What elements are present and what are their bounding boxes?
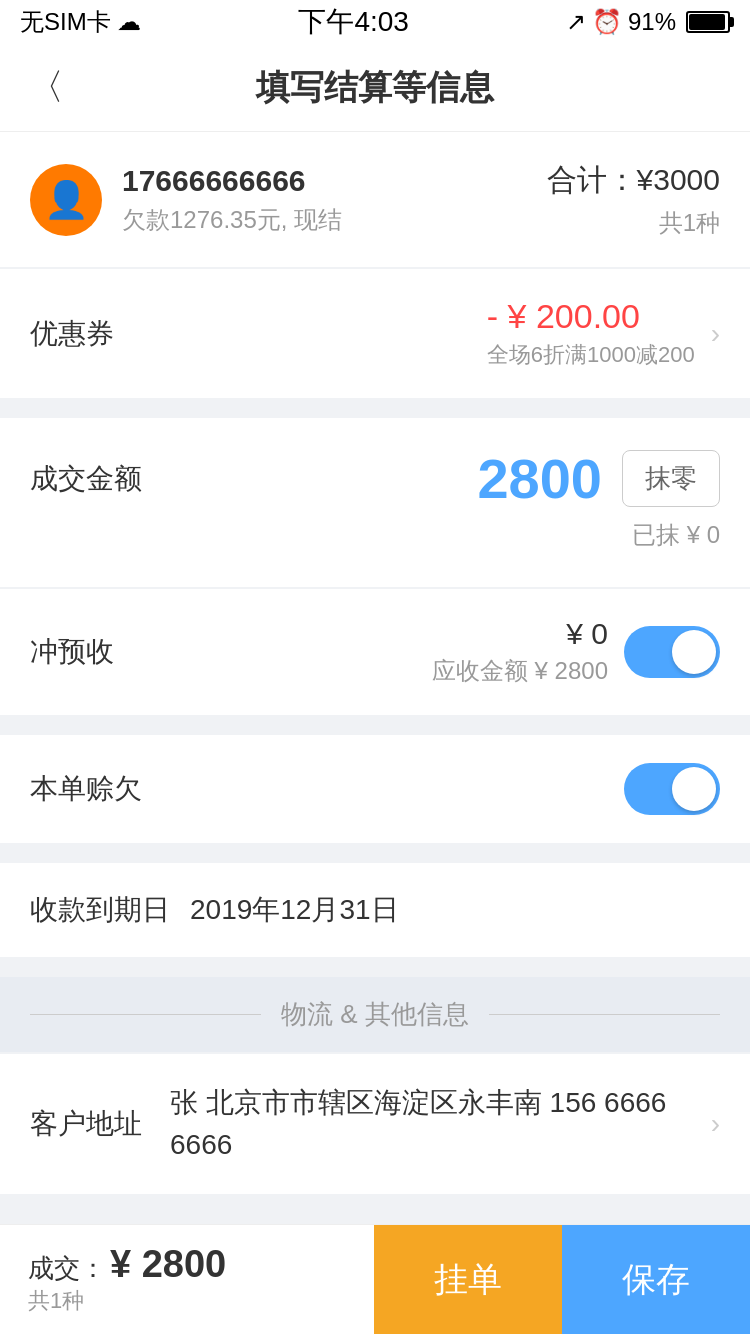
battery-icon xyxy=(686,11,730,33)
prepay-right: ¥ 0 应收金额 ¥ 2800 xyxy=(432,617,720,687)
coupon-label: 优惠券 xyxy=(30,315,114,353)
toggle-knob xyxy=(672,630,716,674)
prepay-zero: ¥ 0 xyxy=(432,617,608,651)
address-label: 客户地址 xyxy=(30,1105,150,1143)
prepay-amount-block: ¥ 0 应收金额 ¥ 2800 xyxy=(432,617,608,687)
prepay-section: 冲预收 ¥ 0 应收金额 ¥ 2800 xyxy=(0,589,750,715)
customer-left: 👤 17666666666 欠款1276.35元, 现结 xyxy=(30,164,342,236)
bottom-summary: 成交： ¥ 2800 共1种 xyxy=(0,1243,374,1316)
customer-phone: 17666666666 xyxy=(122,164,342,198)
logistics-divider: 物流 & 其他信息 xyxy=(0,977,750,1052)
bottom-bar: 成交： ¥ 2800 共1种 挂单 保存 xyxy=(0,1224,750,1334)
duedate-row: 收款到期日 2019年12月31日 xyxy=(30,891,720,929)
battery-percent: 91% xyxy=(628,8,676,36)
credit-section: 本单赊欠 xyxy=(0,735,750,843)
avatar-icon: 👤 xyxy=(44,179,89,221)
amount-label: 成交金额 xyxy=(30,460,142,498)
main-content: 👤 17666666666 欠款1276.35元, 现结 合计：¥3000 共1… xyxy=(0,132,750,1334)
coupon-discount: - ¥ 200.00 xyxy=(487,297,695,336)
status-bar: 无SIM卡 ☁ 下午4:03 ↗ ⏰ 91% xyxy=(0,0,750,44)
status-right: ↗ ⏰ 91% xyxy=(566,8,730,36)
hold-button[interactable]: 挂单 xyxy=(374,1225,562,1335)
status-left: 无SIM卡 ☁ xyxy=(20,6,141,38)
status-time: 下午4:03 xyxy=(298,3,409,41)
prepay-sub: 应收金额 ¥ 2800 xyxy=(432,655,608,687)
toggle-knob-credit xyxy=(672,767,716,811)
credit-label: 本单赊欠 xyxy=(30,770,142,808)
bottom-count: 共1种 xyxy=(28,1286,346,1316)
credit-toggle[interactable] xyxy=(624,763,720,815)
location-icon: ↗ xyxy=(566,8,586,36)
amount-section: 成交金额 2800 抹零 已抹 ¥ 0 xyxy=(0,418,750,587)
bottom-deal-amount: ¥ 2800 xyxy=(110,1243,226,1286)
customer-row: 👤 17666666666 欠款1276.35元, 现结 合计：¥3000 共1… xyxy=(0,132,750,267)
back-button[interactable]: 〈 xyxy=(28,63,64,112)
prepay-row: 冲预收 ¥ 0 应收金额 ¥ 2800 xyxy=(30,617,720,687)
total-count: 共1种 xyxy=(547,207,720,239)
amount-value: 2800 xyxy=(477,446,602,511)
amount-value-wrapper: 2800 抹零 xyxy=(477,446,720,511)
customer-info: 17666666666 欠款1276.35元, 现结 xyxy=(122,164,342,236)
chevron-right-icon: › xyxy=(711,318,720,350)
customer-right: 合计：¥3000 共1种 xyxy=(547,160,720,239)
duedate-value: 2019年12月31日 xyxy=(190,891,399,929)
amount-sub: 已抹 ¥ 0 xyxy=(30,519,720,551)
coupon-desc: 全场6折满1000减200 xyxy=(487,340,695,370)
avatar: 👤 xyxy=(30,164,102,236)
coupon-right: - ¥ 200.00 全场6折满1000减200 › xyxy=(487,297,720,370)
alarm-icon: ⏰ xyxy=(592,8,622,36)
save-button[interactable]: 保存 xyxy=(562,1225,750,1335)
bottom-deal-label: 成交： xyxy=(28,1251,106,1286)
sim-label: 无SIM卡 ☁ xyxy=(20,6,141,38)
bottom-deal-row: 成交： ¥ 2800 xyxy=(28,1243,346,1286)
total-amount: 合计：¥3000 xyxy=(547,160,720,201)
logistics-label: 物流 & 其他信息 xyxy=(281,997,469,1032)
address-value: 张 北京市市辖区海淀区永丰南 156 6666 6666 xyxy=(170,1082,703,1166)
prepay-toggle[interactable] xyxy=(624,626,720,678)
prepay-label: 冲预收 xyxy=(30,633,114,671)
nav-bar: 〈 填写结算等信息 xyxy=(0,44,750,132)
page-title: 填写结算等信息 xyxy=(256,65,494,111)
address-section[interactable]: 客户地址 张 北京市市辖区海淀区永丰南 156 6666 6666 › xyxy=(0,1054,750,1194)
customer-subtext: 欠款1276.35元, 现结 xyxy=(122,204,342,236)
coupon-row[interactable]: 优惠券 - ¥ 200.00 全场6折满1000减200 › xyxy=(0,269,750,398)
duedate-label: 收款到期日 xyxy=(30,891,170,929)
divider-line-right xyxy=(489,1014,720,1015)
amount-row: 成交金额 2800 抹零 xyxy=(30,446,720,511)
coupon-info: - ¥ 200.00 全场6折满1000减200 xyxy=(487,297,695,370)
round-button[interactable]: 抹零 xyxy=(622,450,720,507)
address-chevron-icon: › xyxy=(711,1108,720,1140)
duedate-section: 收款到期日 2019年12月31日 xyxy=(0,863,750,957)
divider-line-left xyxy=(30,1014,261,1015)
